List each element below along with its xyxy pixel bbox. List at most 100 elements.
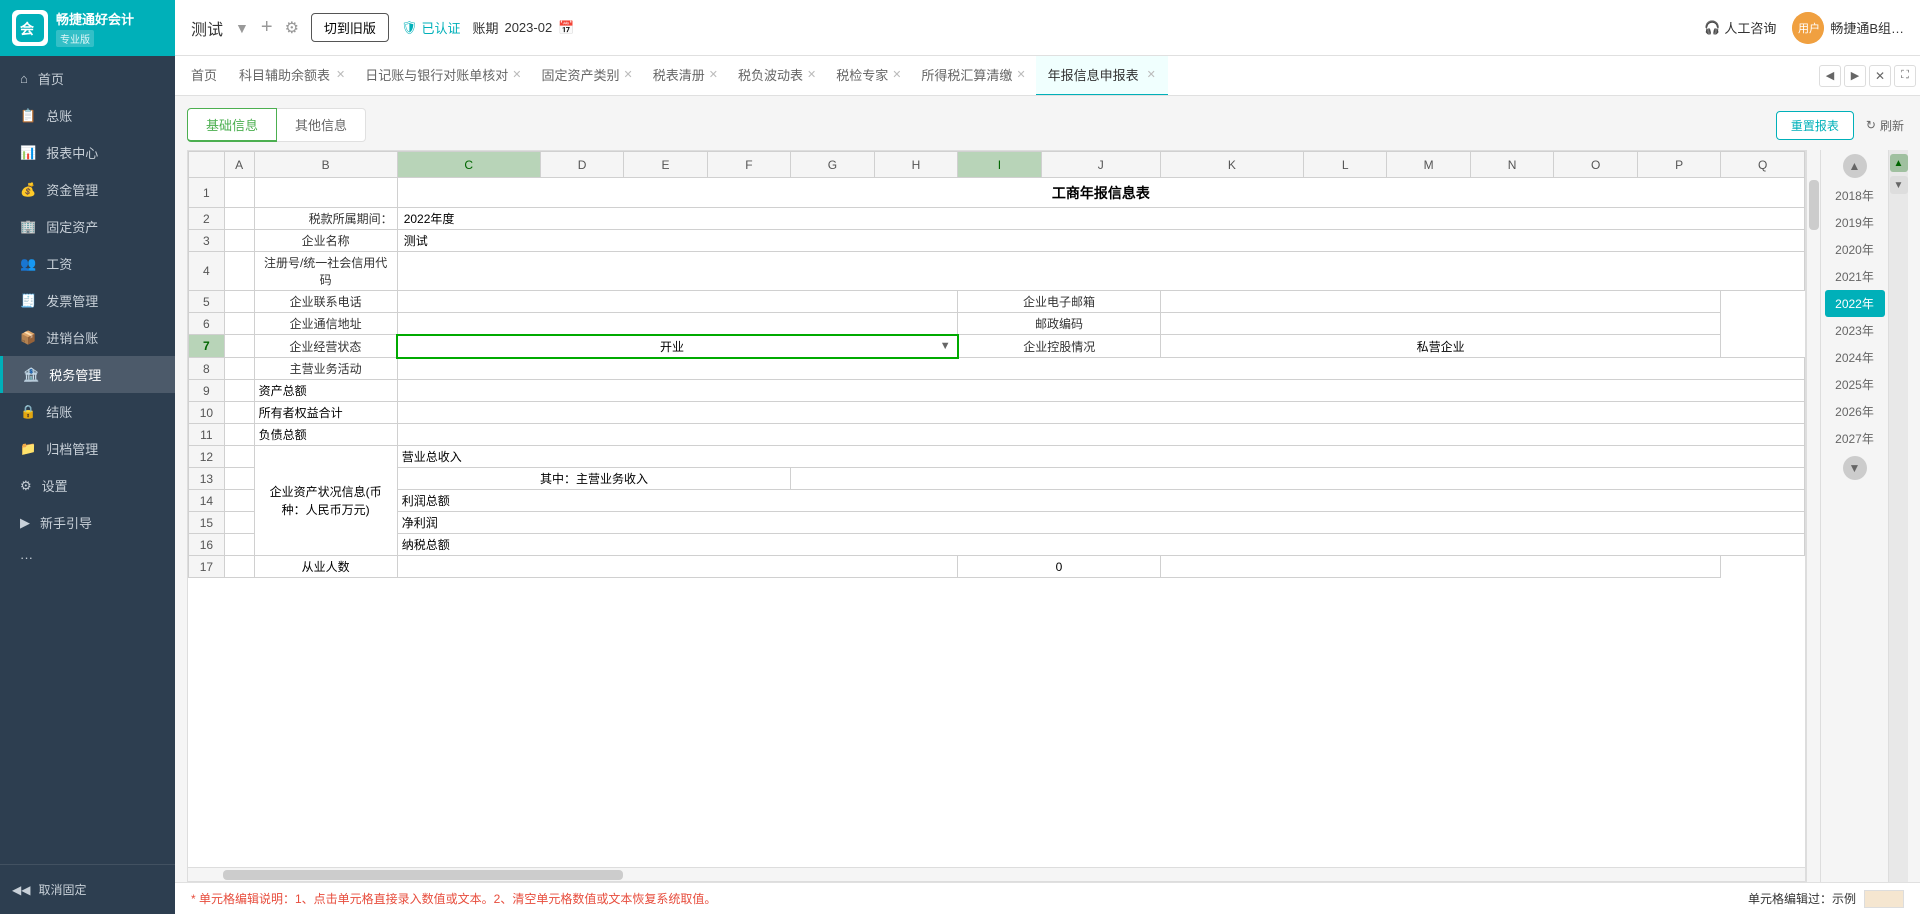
col-header-O[interactable]: O — [1554, 152, 1637, 178]
sidebar-item-closing[interactable]: 🔒 结账 — [0, 393, 175, 430]
year-2021[interactable]: 2021年 — [1825, 263, 1885, 290]
sidebar-item-payroll[interactable]: 👥 工资 — [0, 245, 175, 282]
reset-report-btn[interactable]: 重置报表 — [1776, 111, 1854, 140]
sidebar-item-invoice[interactable]: 🧾 发票管理 — [0, 282, 175, 319]
cell-1-title[interactable]: 工商年报信息表 — [397, 178, 1804, 208]
year-2019[interactable]: 2019年 — [1825, 209, 1885, 236]
col-header-D[interactable]: D — [540, 152, 623, 178]
calendar-icon[interactable]: 📅 — [558, 20, 574, 36]
tab-income-tax[interactable]: 所得税汇算清缴 ✕ — [911, 56, 1035, 96]
sheet-scroll-wrapper[interactable]: A B C D E F G H I J — [188, 151, 1805, 867]
tab-close-8[interactable]: ✕ — [1147, 68, 1156, 81]
sidebar-collapse[interactable]: ◀◀ 取消固定 — [0, 864, 175, 914]
table-row: 16 纳税总额 — [189, 534, 1805, 556]
sidebar-item-reports[interactable]: 📊 报表中心 — [0, 134, 175, 171]
tab-bank-reconcile[interactable]: 日记账与银行对账单核对 ✕ — [355, 56, 531, 96]
sidebar-item-settings[interactable]: ⚙ 设置 — [0, 467, 175, 504]
table-row: 8 主营业务活动 — [189, 358, 1805, 380]
col-header-A[interactable]: A — [224, 152, 254, 178]
table-row: 1 工商年报信息表 — [189, 178, 1805, 208]
dropdown-cell-operating-status[interactable]: 开业 ▼ — [397, 335, 957, 358]
tab-close-4[interactable]: ✕ — [709, 68, 718, 81]
corner-cell — [189, 152, 225, 178]
panel-collapse-up-btn[interactable]: ▲ — [1890, 154, 1908, 172]
sidebar-item-guide[interactable]: ▶ 新手引导 — [0, 504, 175, 541]
year-2026[interactable]: 2026年 — [1825, 398, 1885, 425]
row-num-17: 17 — [189, 556, 225, 578]
tab-close-7[interactable]: ✕ — [1016, 68, 1025, 81]
sheet-hscrollbar[interactable] — [188, 867, 1805, 881]
tab-fixed-assets[interactable]: 固定资产类别 ✕ — [531, 56, 642, 96]
row-num-13: 13 — [189, 468, 225, 490]
sheet-vscrollbar[interactable] — [1806, 150, 1820, 882]
table-row: 14 利润总额 — [189, 490, 1805, 512]
tab-close-2[interactable]: ✕ — [512, 68, 521, 81]
tab-tax-expert[interactable]: 税检专家 ✕ — [826, 56, 911, 96]
tab-tax-schedule[interactable]: 税表清册 ✕ — [643, 56, 728, 96]
tab-close-3[interactable]: ✕ — [624, 68, 633, 81]
tab-close-all-btn[interactable]: ✕ — [1869, 65, 1891, 87]
tab-expand-btn[interactable]: ⛶ — [1894, 65, 1916, 87]
sidebar-item-home[interactable]: ⌂ 首页 — [0, 60, 175, 97]
sidebar-item-funds[interactable]: 💰 资金管理 — [0, 171, 175, 208]
col-header-G[interactable]: G — [791, 152, 874, 178]
tab-home[interactable]: 首页 — [179, 56, 229, 96]
user-menu[interactable]: 用户 畅捷通B组… — [1792, 12, 1904, 44]
tab-next-btn[interactable]: ▶ — [1844, 65, 1866, 87]
topbar-plus-btn[interactable]: + — [261, 16, 273, 39]
year-2020[interactable]: 2020年 — [1825, 236, 1885, 263]
cell-1-A[interactable] — [224, 178, 254, 208]
col-header-C[interactable]: C — [397, 152, 540, 178]
sidebar-item-ledger[interactable]: 📋 总账 — [0, 97, 175, 134]
subtab-other[interactable]: 其他信息 — [277, 108, 366, 142]
year-panel-down-btn[interactable]: ▼ — [1843, 456, 1867, 480]
tab-auxiliary[interactable]: 科目辅助余额表 ✕ — [229, 56, 355, 96]
row-num-2: 2 — [189, 208, 225, 230]
row-num-12: 12 — [189, 446, 225, 468]
col-header-L[interactable]: L — [1303, 152, 1386, 178]
tab-tax-fluctuation[interactable]: 税负波动表 ✕ — [728, 56, 826, 96]
subtab-basic[interactable]: 基础信息 — [187, 108, 277, 142]
example-label: 单元格编辑过：示例 — [1748, 890, 1856, 907]
sidebar-item-inventory[interactable]: 📦 进销台账 — [0, 319, 175, 356]
col-header-M[interactable]: M — [1387, 152, 1470, 178]
cell-1-B[interactable] — [254, 178, 397, 208]
topbar-dropdown-icon[interactable]: ▼ — [235, 20, 249, 36]
sidebar-item-assets[interactable]: 🏢 固定资产 — [0, 208, 175, 245]
col-header-B[interactable]: B — [254, 152, 397, 178]
refresh-btn[interactable]: ↻ 刷新 — [1862, 113, 1908, 138]
col-header-I[interactable]: I — [958, 152, 1041, 178]
tab-close-1[interactable]: ✕ — [336, 68, 345, 81]
switch-old-version-btn[interactable]: 切到旧版 — [311, 13, 389, 42]
tab-close-5[interactable]: ✕ — [807, 68, 816, 81]
col-header-K[interactable]: K — [1160, 152, 1303, 178]
year-2018[interactable]: 2018年 — [1825, 182, 1885, 209]
sidebar-item-tax[interactable]: 🏦 税务管理 — [0, 356, 175, 393]
year-2023[interactable]: 2023年 — [1825, 317, 1885, 344]
sheet-and-year: A B C D E F G H I J — [187, 150, 1908, 882]
year-2024[interactable]: 2024年 — [1825, 344, 1885, 371]
col-header-F[interactable]: F — [707, 152, 790, 178]
pin-icon: ◀◀ — [12, 883, 30, 897]
col-header-N[interactable]: N — [1470, 152, 1553, 178]
year-panel-up-btn[interactable]: ▲ — [1843, 154, 1867, 178]
year-2022[interactable]: 2022年 — [1825, 290, 1885, 317]
col-header-Q[interactable]: Q — [1721, 152, 1805, 178]
col-header-H[interactable]: H — [874, 152, 957, 178]
sidebar-more[interactable]: ··· — [0, 541, 175, 574]
tab-close-6[interactable]: ✕ — [892, 68, 901, 81]
col-header-J[interactable]: J — [1041, 152, 1160, 178]
service-btn[interactable]: 🎧 人工咨询 — [1704, 18, 1776, 37]
sidebar-item-archive[interactable]: 📁 归档管理 — [0, 430, 175, 467]
row-num-11: 11 — [189, 424, 225, 446]
panel-collapse-down-btn[interactable]: ▼ — [1890, 176, 1908, 194]
tabbar: 首页 科目辅助余额表 ✕ 日记账与银行对账单核对 ✕ 固定资产类别 ✕ 税表清册… — [175, 56, 1920, 96]
col-header-P[interactable]: P — [1637, 152, 1720, 178]
year-2025[interactable]: 2025年 — [1825, 371, 1885, 398]
tab-prev-btn[interactable]: ◀ — [1819, 65, 1841, 87]
bottombar: * 单元格编辑说明：1、点击单元格直接录入数值或文本。2、清空单元格数值或文本恢… — [175, 882, 1920, 914]
col-header-E[interactable]: E — [624, 152, 707, 178]
topbar-settings-btn[interactable]: ⚙ — [285, 18, 299, 38]
year-2027[interactable]: 2027年 — [1825, 425, 1885, 452]
tab-annual-report[interactable]: 年报信息申报表 ✕ — [1036, 56, 1168, 96]
